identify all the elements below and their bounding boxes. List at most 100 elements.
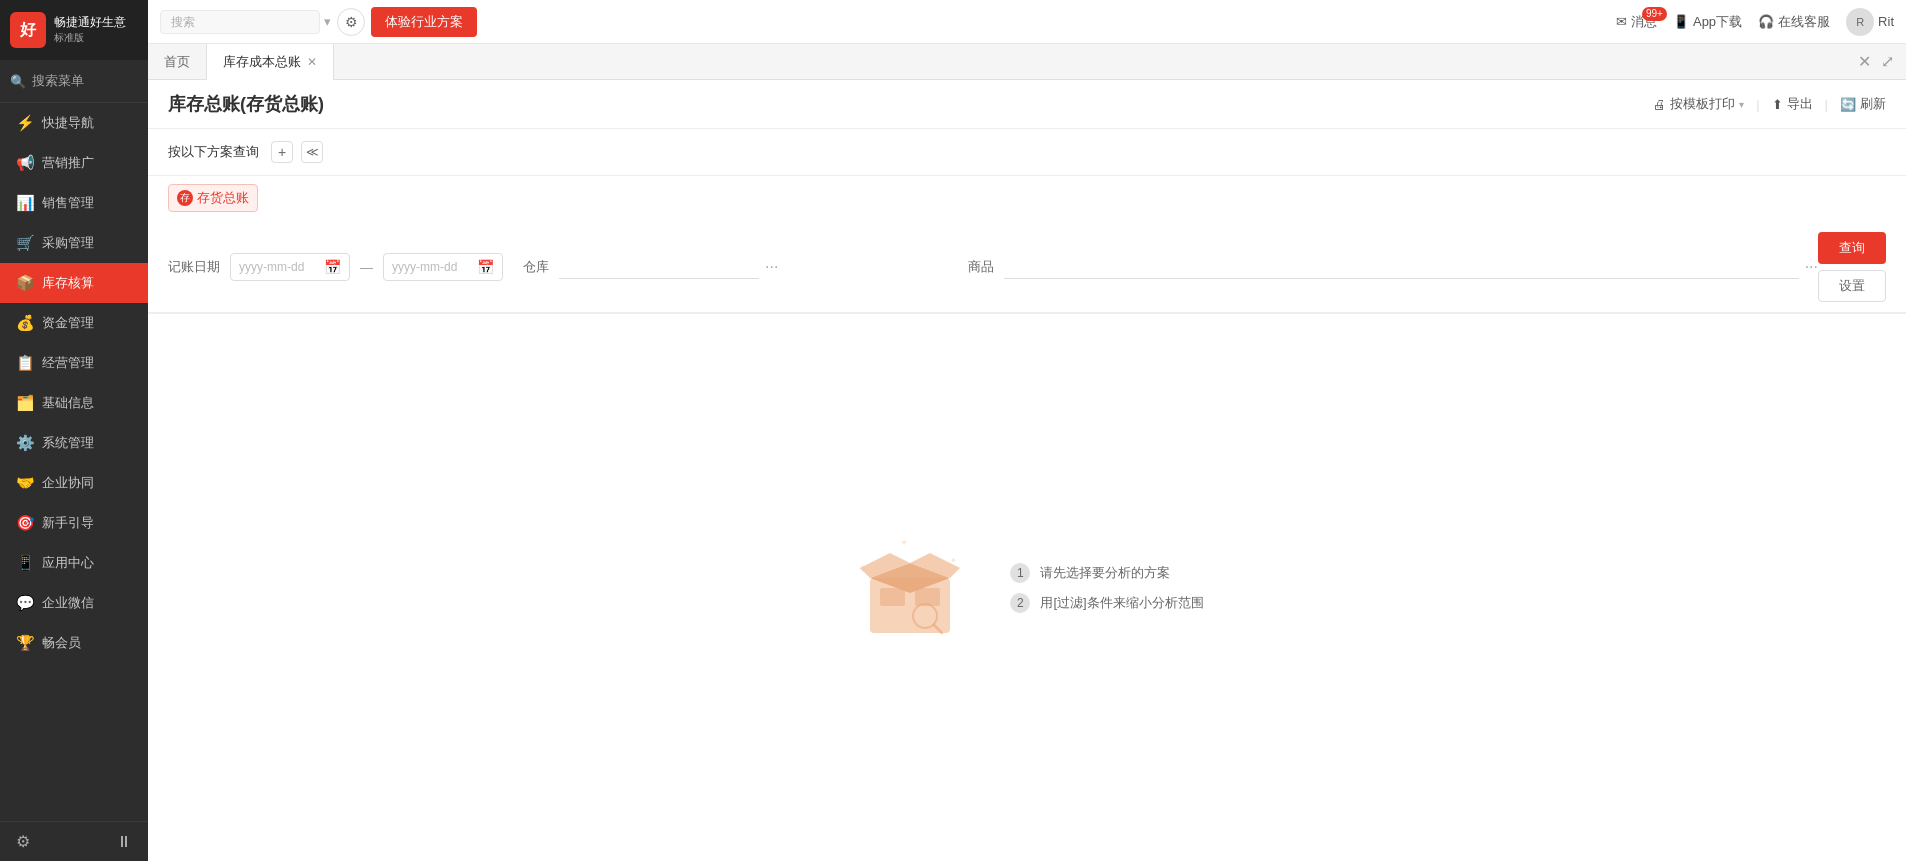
topbar-dropdown-icon[interactable]: ▾	[324, 14, 331, 29]
calendar-end-icon[interactable]: 📅	[477, 259, 494, 275]
sidebar-item-finance[interactable]: 💰 资金管理	[0, 303, 148, 343]
product-label: 商品	[968, 258, 994, 276]
newbie-icon: 🎯	[16, 514, 34, 532]
filter-section: 按以下方案查询 + ≪ 存 存货总账 记账日期 yyyy-	[148, 129, 1906, 314]
app-logo-icon: 好	[10, 12, 46, 48]
warehouse-field-group: 仓库 ···	[523, 255, 948, 279]
tab-home-label: 首页	[164, 53, 190, 71]
empty-tips: 1 请先选择要分析的方案 2 用[过滤]条件来缩小分析范围	[1010, 563, 1203, 613]
sidebar-search-area[interactable]: 🔍 搜索菜单	[0, 60, 148, 103]
member-icon: 🏆	[16, 634, 34, 652]
export-btn[interactable]: ⬆ 导出	[1772, 95, 1813, 113]
filter-collapse-btn[interactable]: ≪	[301, 141, 323, 163]
page-header-actions: 🖨 按模板打印 ▾ | ⬆ 导出 | 🔄 刷新	[1653, 95, 1886, 125]
sidebar-item-label: 畅会员	[42, 634, 81, 652]
print-dropdown-icon[interactable]: ▾	[1739, 99, 1744, 110]
page-title: 库存总账(存货总账)	[168, 92, 324, 128]
date-start-placeholder: yyyy-mm-dd	[239, 260, 304, 274]
tab-home[interactable]: 首页	[148, 44, 207, 80]
sidebar-item-purchase[interactable]: 🛒 采购管理	[0, 223, 148, 263]
svg-text:✦: ✦	[900, 537, 908, 548]
sidebar-item-quick-nav[interactable]: ⚡ 快捷导航	[0, 103, 148, 143]
date-start-input[interactable]: yyyy-mm-dd 📅	[230, 253, 350, 281]
scheme-tag[interactable]: 存 存货总账	[168, 184, 258, 212]
purchase-icon: 🛒	[16, 234, 34, 252]
date-end-input[interactable]: yyyy-mm-dd 📅	[383, 253, 503, 281]
sidebar-item-system[interactable]: ⚙️ 系统管理	[0, 423, 148, 463]
phone-icon: 📱	[1673, 14, 1689, 29]
user-area[interactable]: R Rit	[1846, 8, 1894, 36]
sidebar: 好 畅捷通好生意 标准版 🔍 搜索菜单 ⚡ 快捷导航 📢 营销推广 📊 销售管理…	[0, 0, 148, 861]
page-content: 库存总账(存货总账) 🖨 按模板打印 ▾ | ⬆ 导出 | 🔄 刷新	[148, 80, 1906, 861]
user-avatar: R	[1846, 8, 1874, 36]
tip-num-2: 2	[1010, 593, 1030, 613]
sidebar-item-operations[interactable]: 📋 经营管理	[0, 343, 148, 383]
filter-area: 按以下方案查询 + ≪	[148, 129, 1906, 176]
sidebar-item-apps[interactable]: 📱 应用中心	[0, 543, 148, 583]
wechat-icon: 💬	[16, 594, 34, 612]
topbar-search-input[interactable]	[160, 10, 320, 34]
quick-nav-icon: ⚡	[16, 114, 34, 132]
tab-inventory-ledger[interactable]: 库存成本总账 ✕	[207, 44, 334, 80]
sidebar-item-cooperation[interactable]: 🤝 企业协同	[0, 463, 148, 503]
empty-box-svg: ✦ ✦ ✦	[850, 528, 970, 648]
search-menu-label: 搜索菜单	[32, 72, 84, 90]
system-icon: ⚙️	[16, 434, 34, 452]
sidebar-item-label: 销售管理	[42, 194, 94, 212]
sidebar-item-marketing[interactable]: 📢 营销推广	[0, 143, 148, 183]
tab-bar: 首页 库存成本总账 ✕ ✕ ⤢	[148, 44, 1906, 80]
filter-add-btn[interactable]: +	[271, 141, 293, 163]
sidebar-item-member[interactable]: 🏆 畅会员	[0, 623, 148, 663]
tab-close-btn[interactable]: ✕	[307, 55, 317, 69]
query-btn[interactable]: 查询	[1818, 232, 1886, 264]
sidebar-item-sales[interactable]: 📊 销售管理	[0, 183, 148, 223]
action-buttons: 查询 设置	[1818, 232, 1886, 302]
message-btn[interactable]: ✉ 消息 99+	[1616, 13, 1657, 31]
apps-icon: 📱	[16, 554, 34, 572]
tab-panel-close-btn[interactable]: ✕	[1854, 48, 1875, 75]
sidebar-item-newbie[interactable]: 🎯 新手引导	[0, 503, 148, 543]
footer-audio-icon[interactable]: ⏸	[116, 833, 132, 851]
print-btn[interactable]: 🖨 按模板打印 ▾	[1653, 95, 1744, 113]
headset-icon: 🎧	[1758, 14, 1774, 29]
fields-row: 记账日期 yyyy-mm-dd 📅 — yyyy-mm-dd 📅 仓库 ·	[148, 222, 1906, 313]
print-label: 按模板打印	[1670, 95, 1735, 113]
warehouse-input[interactable]	[559, 255, 759, 279]
topbar-left: ▾ ⚙ 体验行业方案	[160, 7, 1608, 37]
marketing-icon: 📢	[16, 154, 34, 172]
scheme-icon: 存	[177, 190, 193, 206]
settings-btn[interactable]: 设置	[1818, 270, 1886, 302]
sidebar-item-label: 营销推广	[42, 154, 94, 172]
online-support-btn[interactable]: 🎧 在线客服	[1758, 13, 1830, 31]
empty-tip-2: 2 用[过滤]条件来缩小分析范围	[1010, 593, 1203, 613]
sidebar-item-label: 企业微信	[42, 594, 94, 612]
calendar-start-icon[interactable]: 📅	[324, 259, 341, 275]
refresh-label: 刷新	[1860, 95, 1886, 113]
date-label: 记账日期	[168, 258, 220, 276]
product-input[interactable]	[1004, 255, 1799, 279]
sidebar-item-label: 资金管理	[42, 314, 94, 332]
search-icon: 🔍	[10, 74, 26, 89]
tab-panel-expand-btn[interactable]: ⤢	[1877, 48, 1898, 75]
footer-settings-icon[interactable]: ⚙	[16, 832, 30, 851]
scheme-tag-area: 存 存货总账	[148, 176, 1906, 222]
refresh-btn[interactable]: 🔄 刷新	[1840, 95, 1886, 113]
app-download-btn[interactable]: 📱 App下载	[1673, 13, 1742, 31]
empty-inner: ✦ ✦ ✦ 1 请先选择要分析的方案 2	[850, 528, 1203, 648]
product-more-btn[interactable]: ···	[1805, 258, 1818, 276]
avatar-text: R	[1856, 16, 1864, 28]
empty-illustration: ✦ ✦ ✦	[850, 528, 970, 648]
topbar-settings-btn[interactable]: ⚙	[337, 8, 365, 36]
warehouse-more-btn[interactable]: ···	[765, 258, 778, 276]
industry-solution-btn[interactable]: 体验行业方案	[371, 7, 477, 37]
search-menu-btn[interactable]: 🔍 搜索菜单	[10, 68, 138, 94]
sidebar-item-basic[interactable]: 🗂️ 基础信息	[0, 383, 148, 423]
tip-text-1: 请先选择要分析的方案	[1040, 564, 1170, 582]
svg-text:✦: ✦	[858, 562, 868, 576]
sidebar-item-inventory[interactable]: 📦 库存核算	[0, 263, 148, 303]
tip-text-2: 用[过滤]条件来缩小分析范围	[1040, 594, 1203, 612]
svg-rect-4	[880, 588, 905, 606]
date-separator: —	[356, 260, 377, 275]
user-name: Rit	[1878, 14, 1894, 29]
sidebar-item-wechat[interactable]: 💬 企业微信	[0, 583, 148, 623]
